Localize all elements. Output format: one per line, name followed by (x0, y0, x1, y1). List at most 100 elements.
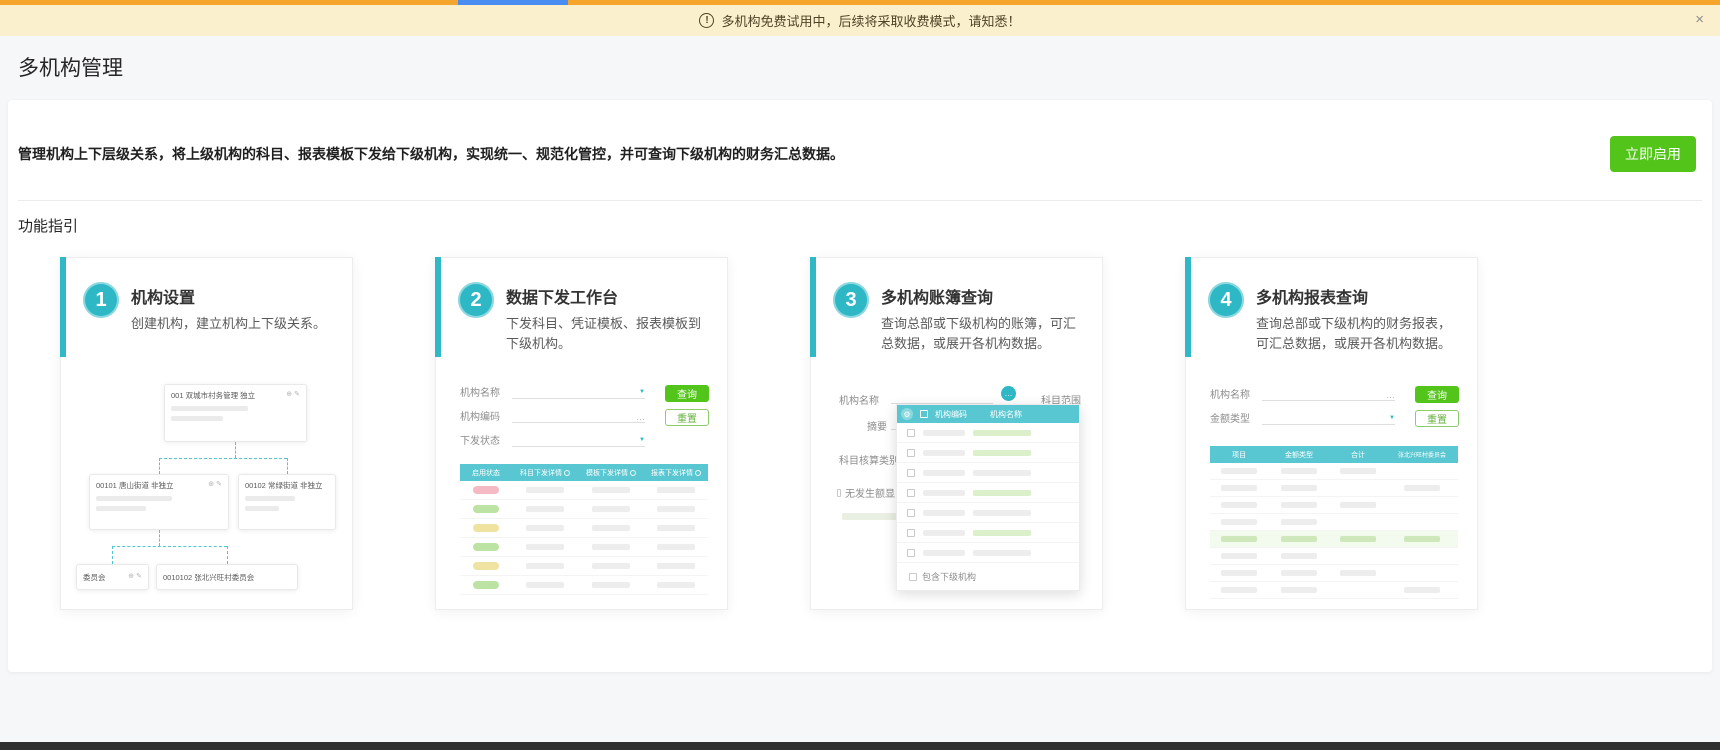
tree-connector (112, 546, 113, 564)
placeholder-bar (842, 513, 904, 520)
placeholder-bar (526, 582, 564, 588)
checkbox-icon (837, 488, 841, 497)
mock-field-label: 机构名称 (1210, 390, 1250, 401)
card-header-text: 多机构报表查询 查询总部或下级机构的财务报表，可汇总数据，或展开各机构数据。 (1256, 282, 1463, 354)
mock-table-row (897, 543, 1079, 563)
mock-checkbox-label: 无发生额显 (845, 489, 895, 500)
org-picker-panel: ⚙ 机构编码 机构名称 包含下级机构 (896, 404, 1080, 591)
placeholder-bar (1221, 519, 1257, 525)
guide-heading: 功能指引 (18, 218, 79, 235)
placeholder-bar (1340, 536, 1376, 542)
mock-field-label: 科目核算类别 (839, 456, 899, 467)
mock-field-label: 摘要 (867, 422, 887, 433)
placeholder-bar (592, 544, 630, 550)
enable-button[interactable]: 立即启用 (1610, 136, 1696, 172)
column-header: 模板下发详情 (578, 468, 644, 478)
mock-table-row (1210, 582, 1458, 599)
card-header: 4 多机构报表查询 查询总部或下级机构的财务报表，可汇总数据，或展开各机构数据。 (1186, 258, 1477, 354)
placeholder-bar (657, 506, 695, 512)
mock-reset-button: 重置 (1415, 410, 1459, 427)
info-icon (564, 469, 570, 476)
placeholder-bar (96, 496, 172, 501)
add-icon: ⊕ (286, 391, 293, 398)
placeholder-bar (923, 509, 965, 516)
ellipsis-button: … (1001, 386, 1016, 401)
placeholder-bar (657, 487, 695, 493)
card-description: 查询总部或下级机构的财务报表，可汇总数据，或展开各机构数据。 (1256, 316, 1452, 352)
mock-table-row (460, 519, 708, 538)
close-icon[interactable]: × (1695, 12, 1704, 27)
card-title: 机构设置 (131, 290, 196, 307)
org-node-label: 001 双城市村务管理 独立 (171, 391, 256, 400)
tree-connector (159, 530, 160, 546)
tree-connector (159, 458, 160, 474)
mock-table-row (897, 503, 1079, 523)
ellipsis-icon: … (636, 412, 645, 422)
placeholder-bar (592, 563, 630, 569)
mock-table-row (460, 576, 708, 595)
status-chip (473, 581, 499, 589)
warning-icon: ! (699, 13, 715, 28)
org-node-leaf: 0010102 张北兴旺村委员会 (156, 564, 298, 590)
checkbox-icon (909, 572, 917, 581)
card-accent-bar (435, 257, 441, 357)
mock-table-row (460, 481, 708, 500)
placeholder-bar (171, 416, 223, 421)
org-node-label: 0010102 张北兴旺村委员会 (163, 572, 255, 582)
checkbox-icon (907, 528, 915, 537)
mock-query-button: 查询 (665, 385, 709, 402)
bottom-bar (0, 742, 1720, 750)
placeholder-bar (1221, 468, 1257, 474)
mock-table-row (1210, 480, 1458, 497)
placeholder-bar (923, 449, 965, 456)
step-number-badge: 3 (833, 282, 869, 318)
card-title: 多机构报表查询 (1256, 290, 1369, 307)
status-chip (473, 524, 499, 532)
placeholder-bar (923, 489, 965, 496)
status-chip (473, 543, 499, 551)
placeholder-bar (526, 506, 564, 512)
add-icon: ⊕ (208, 481, 215, 488)
tree-connector (112, 546, 227, 547)
mock-text-input: … (512, 409, 645, 423)
mock-table: 启用状态 科目下发详情 模板下发详情 报表下发详情 (460, 464, 708, 595)
placeholder-bar (1281, 553, 1317, 559)
node-actions: ⊕ ✎ (208, 480, 222, 491)
edit-icon: ✎ (216, 481, 222, 488)
ledger-query-illustration: 机构名称 … 科目范围 摘要 科目核算类别 无发生额显 ⚙ 机构编码 机构名称 … (811, 376, 1102, 611)
placeholder-bar (973, 489, 1031, 496)
status-chip (473, 562, 499, 570)
checkbox-icon (907, 428, 915, 437)
mock-reset-button: 重置 (665, 409, 709, 426)
org-node-leaf: 委员会 ⊕ ✎ (76, 564, 149, 590)
mock-table-row (897, 483, 1079, 503)
placeholder-bar (657, 544, 695, 550)
placeholder-bar (526, 563, 564, 569)
status-chip (473, 505, 499, 513)
mock-table-row (897, 523, 1079, 543)
column-header: 金额类型 (1285, 451, 1313, 459)
card-title: 数据下发工作台 (506, 290, 619, 307)
placeholder-bar (657, 582, 695, 588)
mock-checkbox-row: 包含下级机构 (909, 570, 976, 583)
guide-card-data-dispatch: 2 数据下发工作台 下发科目、凭证模板、报表模板到下级机构。 机构名称 ▼ 机构… (435, 257, 728, 610)
mock-table: 项目 金额类型 合计 张北兴旺村委员会 (1210, 446, 1458, 599)
org-node-child: 00102 常绿街道 非独立 (238, 474, 336, 530)
org-node-root: 001 双城市村务管理 独立 ⊕ ✎ (164, 384, 307, 442)
mock-text-input (891, 390, 993, 404)
step-number-badge: 2 (458, 282, 494, 318)
column-header: 机构名称 (990, 409, 1022, 419)
mock-table-row (897, 463, 1079, 483)
placeholder-bar (171, 406, 249, 411)
placeholder-bar (923, 469, 965, 476)
banner-text: 多机构免费试用中，后续将采取收费模式，请知悉！ (721, 14, 1021, 29)
mock-table-row (1210, 463, 1458, 480)
column-header: 张北兴旺村委员会 (1397, 453, 1446, 459)
mock-table-header: 项目 金额类型 合计 张北兴旺村委员会 (1210, 446, 1458, 463)
edit-icon: ✎ (294, 391, 300, 398)
placeholder-bar (923, 529, 965, 536)
card-header: 2 数据下发工作台 下发科目、凭证模板、报表模板到下级机构。 (436, 258, 727, 354)
placeholder-bar (923, 429, 965, 436)
mock-select-input: ▼ (512, 385, 645, 399)
placeholder-bar (1404, 536, 1440, 542)
